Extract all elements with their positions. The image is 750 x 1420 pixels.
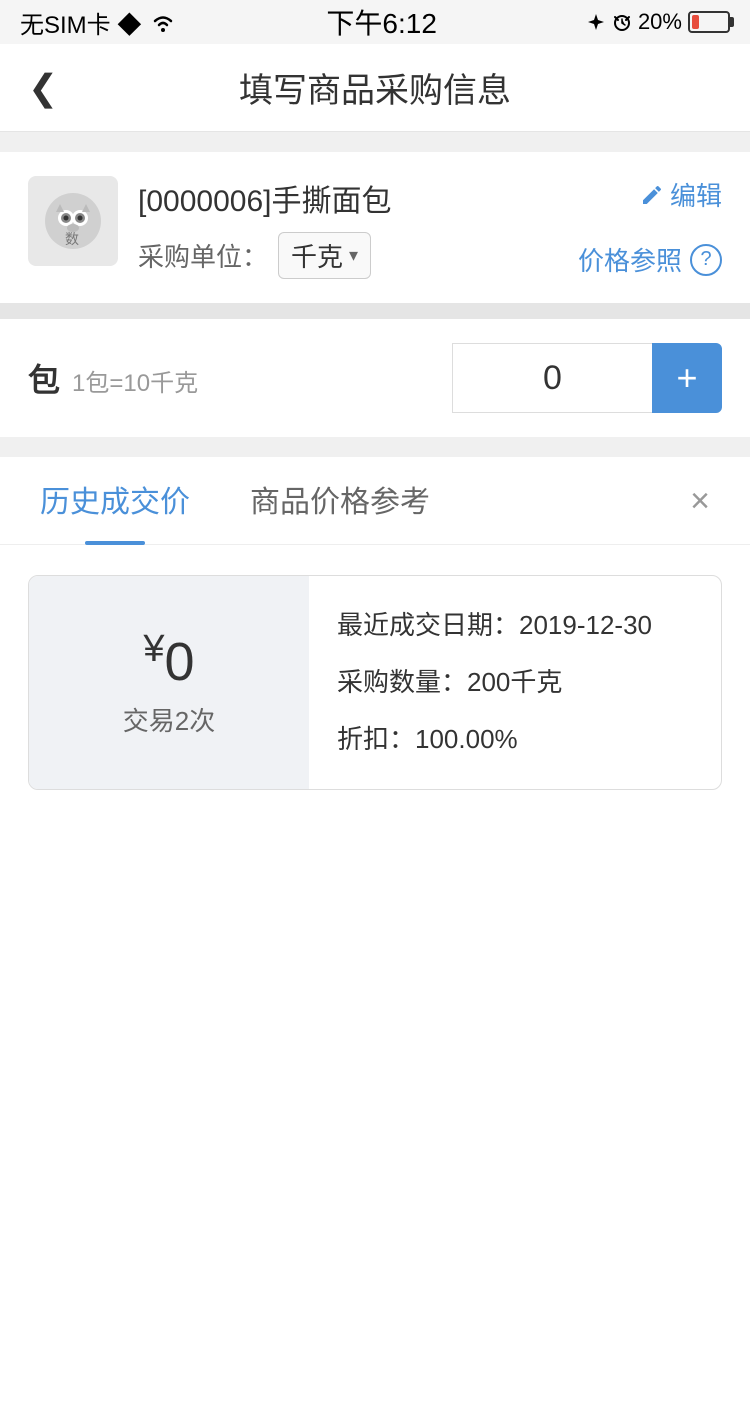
unit-select-button[interactable]: 千克 ▾ [278,232,371,279]
edit-label: 编辑 [670,176,722,213]
tab-reference[interactable]: 商品价格参考 [250,457,430,545]
tab-content-history: ¥0 交易2次 最近成交日期：2019-12-30 采购数量：200千克 折扣：… [0,545,750,820]
price-ref-link[interactable]: 价格参照 [578,241,682,278]
back-button[interactable]: ❮ [28,67,58,109]
location-icon [586,12,606,32]
battery-percent: 20% [638,9,682,35]
purchase-quantity-value: 200千克 [467,667,562,697]
unit-label: 采购单位： [138,237,268,274]
chevron-down-icon: ▾ [349,245,358,266]
tab-section: 历史成交价 商品价格参考 × ¥0 交易2次 最近成交日期：2019-12-30 [0,457,750,820]
history-transaction-count: 交易2次 [123,701,215,738]
history-discount-row: 折扣：100.00% [337,720,693,759]
tab-history[interactable]: 历史成交价 [40,457,190,545]
tab-history-label: 历史成交价 [40,477,190,525]
history-date-row: 最近成交日期：2019-12-30 [337,606,693,645]
purchase-quantity-label: 采购数量： [337,667,467,697]
product-logo-icon: 数 [38,186,108,256]
product-info: 数 [0000006]手撕面包 采购单位： 千克 ▾ [28,176,391,279]
history-price-value: ¥0 [143,628,194,693]
quantity-label-area: 包 1包=10千克 [28,355,198,401]
unit-value: 千克 [291,237,343,274]
product-card: 数 [0000006]手撕面包 采购单位： 千克 ▾ 编辑 [0,152,750,303]
quantity-unit-label: 包 [28,355,60,401]
edit-icon [640,183,664,207]
latest-date-value: 2019-12-30 [519,610,652,640]
tab-reference-label: 商品价格参考 [250,477,430,525]
carrier-text: 无SIM卡 ◆ [20,5,141,40]
tab-active-underline [85,541,145,545]
status-time: 下午6:12 [326,2,437,42]
history-quantity-row: 采购数量：200千克 [337,663,693,702]
quantity-controls: 0 + [452,343,722,413]
price-symbol: ¥ [143,628,164,670]
history-card: ¥0 交易2次 最近成交日期：2019-12-30 采购数量：200千克 折扣：… [28,575,722,790]
tab-header: 历史成交价 商品价格参考 × [0,457,750,545]
history-price-area: ¥0 交易2次 [29,576,309,789]
quantity-plus-button[interactable]: + [652,343,722,413]
section-divider [0,303,750,319]
help-icon[interactable]: ? [690,244,722,276]
quantity-row: 包 1包=10千克 0 + [0,319,750,437]
quantity-input[interactable]: 0 [452,343,652,413]
page-title: 填写商品采购信息 [239,63,511,112]
main-content-area [0,820,750,1420]
wifi-icon [149,11,177,33]
discount-label: 折扣： [337,724,415,754]
edit-button[interactable]: 编辑 [640,176,722,213]
history-details-area: 最近成交日期：2019-12-30 采购数量：200千克 折扣：100.00% [309,576,721,789]
quantity-hint: 1包=10千克 [72,363,198,398]
price-ref-row: 价格参照 ? [578,241,722,278]
product-details: [0000006]手撕面包 采购单位： 千克 ▾ [138,176,391,279]
status-right: 20% [586,9,730,35]
status-bar: 无SIM卡 ◆ 下午6:12 20% [0,0,750,44]
discount-value: 100.00% [415,724,518,754]
status-carrier: 无SIM卡 ◆ [20,5,177,40]
product-unit-row: 采购单位： 千克 ▾ [138,232,391,279]
product-name: [0000006]手撕面包 [138,176,391,220]
tab-list: 历史成交价 商品价格参考 [40,457,430,545]
latest-date-label: 最近成交日期： [337,610,519,640]
battery-icon [688,11,730,33]
nav-header: ❮ 填写商品采购信息 [0,44,750,132]
svg-text:数: 数 [65,231,79,247]
alarm-icon [612,12,632,32]
product-thumbnail: 数 [28,176,118,266]
tab-close-button[interactable]: × [690,484,710,518]
